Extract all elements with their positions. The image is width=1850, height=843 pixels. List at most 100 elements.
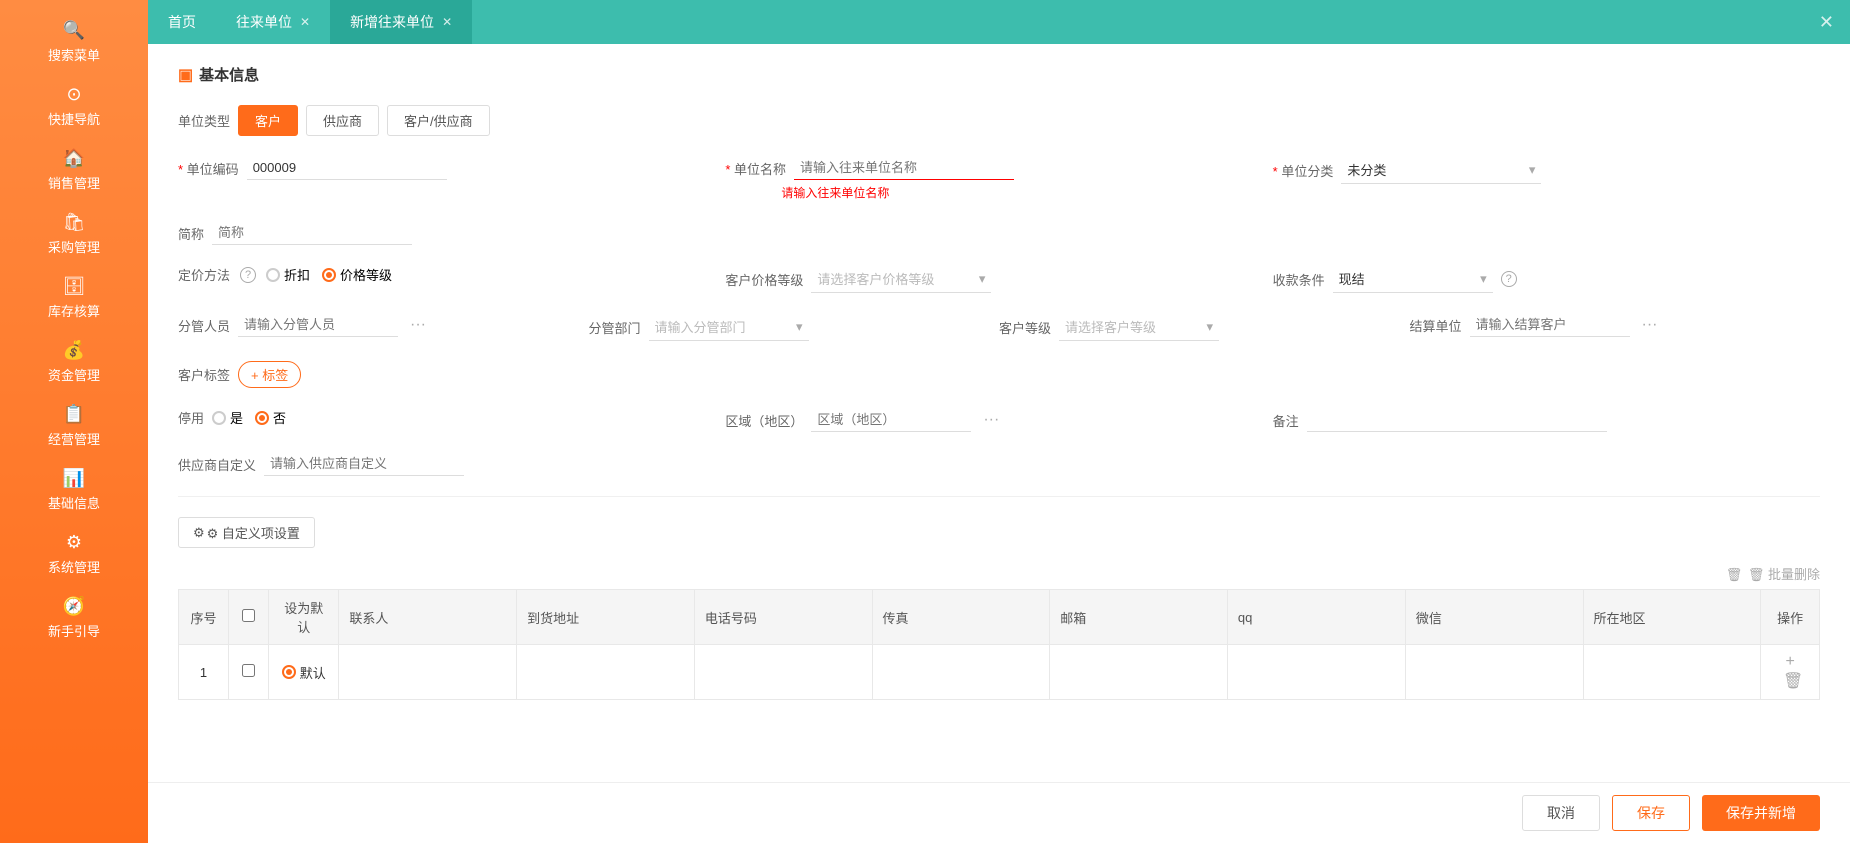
- col-location: 所在地区: [1583, 590, 1761, 645]
- guide-icon: 🧭: [63, 596, 85, 617]
- col-wechat: 微信: [1405, 590, 1583, 645]
- sidebar-item-quicknav[interactable]: ⊙ 快捷导航: [0, 74, 148, 138]
- add-tag-button[interactable]: + 标签: [238, 361, 301, 388]
- sidebar-item-system[interactable]: ⚙ 系统管理: [0, 522, 148, 586]
- row-email-input[interactable]: [1060, 665, 1217, 680]
- save-and-add-button[interactable]: 保存并新增: [1702, 795, 1820, 831]
- department-group: 分管部门 请输入分管部门 ▾: [589, 313, 1000, 341]
- row-address-input[interactable]: [527, 665, 684, 680]
- custom-settings-button[interactable]: ⚙ ⚙ 自定义项设置: [178, 517, 315, 548]
- disabled-region-row: 停用 是 否 区域（地区） ··· 备注: [178, 408, 1820, 432]
- manager-more-icon[interactable]: ···: [406, 316, 430, 334]
- manager-input[interactable]: [238, 313, 398, 337]
- row-wechat-cell: [1405, 645, 1583, 700]
- row-contact-input[interactable]: [349, 665, 506, 680]
- sidebar-item-label: 销售管理: [48, 173, 100, 192]
- pricing-radio-discount[interactable]: 折扣: [266, 265, 310, 284]
- contact-table: 序号 设为默认 联系人 到货地址 电话号码 传真 邮箱 qq 微信 所在地区 操…: [178, 589, 1820, 700]
- supplier-custom-input[interactable]: [264, 452, 464, 476]
- customer-price-level-select[interactable]: 请选择客户价格等级 ▾: [811, 265, 991, 293]
- tab-new-partner[interactable]: 新增往来单位 ✕: [330, 0, 472, 44]
- trash-icon: 🗑: [1726, 567, 1743, 582]
- customer-level-group: 客户等级 请选择客户等级 ▾: [999, 313, 1410, 341]
- sidebar-item-inventory[interactable]: 🗄 库存核算: [0, 266, 148, 330]
- sidebar-item-purchase[interactable]: 🛍 采购管理: [0, 202, 148, 266]
- gear-icon: ⚙: [193, 525, 205, 541]
- disabled-yes[interactable]: 是: [212, 408, 243, 427]
- unit-code-group: 单位编码: [178, 156, 725, 180]
- settlement-input[interactable]: [1470, 313, 1630, 337]
- shortname-input[interactable]: [212, 221, 412, 245]
- del-row-button[interactable]: 🗑: [1783, 673, 1803, 690]
- row-default-radio[interactable]: 默认: [279, 663, 328, 682]
- discount-radio-circle: [266, 268, 280, 282]
- default-radio-circle: [282, 665, 296, 679]
- system-icon: ⚙: [66, 532, 82, 553]
- tab-home[interactable]: 首页: [148, 0, 216, 44]
- unit-type-group: 单位类型 客户 供应商 客户/供应商: [178, 105, 1820, 136]
- settlement-label: 结算单位: [1410, 316, 1462, 335]
- payment-terms-group: 收款条件 现结 ▾ ?: [1273, 265, 1820, 293]
- unit-code-label: 单位编码: [178, 159, 239, 178]
- settlement-more-icon[interactable]: ···: [1638, 316, 1662, 334]
- unit-btn-customer[interactable]: 客户: [238, 105, 298, 136]
- department-select[interactable]: 请输入分管部门 ▾: [649, 313, 809, 341]
- add-row-button[interactable]: +: [1785, 653, 1794, 670]
- col-address: 到货地址: [517, 590, 695, 645]
- row-fax-input[interactable]: [883, 665, 1040, 680]
- sidebar-item-sales[interactable]: 🏠 销售管理: [0, 138, 148, 202]
- pricing-method-group: 定价方法 ? 折扣 价格等级: [178, 265, 725, 284]
- payment-terms-select[interactable]: 现结 ▾: [1333, 265, 1493, 293]
- row-wechat-input[interactable]: [1416, 665, 1573, 680]
- unit-btn-supplier[interactable]: 供应商: [306, 105, 379, 136]
- sidebar-item-label: 基础信息: [48, 493, 100, 512]
- unit-type-row: 单位类型 客户 供应商 客户/供应商: [178, 105, 1820, 136]
- section-icon: ▣: [178, 65, 193, 85]
- select-all-checkbox[interactable]: [242, 609, 255, 622]
- payment-terms-help-icon[interactable]: ?: [1501, 271, 1517, 287]
- pricing-help-icon[interactable]: ?: [240, 267, 256, 283]
- sidebar-item-guide[interactable]: 🧭 新手引导: [0, 586, 148, 650]
- sidebar-item-operations[interactable]: 📋 经营管理: [0, 394, 148, 458]
- unit-code-input[interactable]: [247, 156, 447, 180]
- shortname-label: 简称: [178, 224, 204, 243]
- unit-btn-both[interactable]: 客户/供应商: [387, 105, 490, 136]
- disabled-no[interactable]: 否: [255, 408, 286, 427]
- unit-name-input[interactable]: [794, 156, 1014, 180]
- sidebar-item-label: 搜索菜单: [48, 45, 100, 64]
- customer-level-select[interactable]: 请选择客户等级 ▾: [1059, 313, 1219, 341]
- customer-tag-label: 客户标签: [178, 365, 230, 384]
- save-button[interactable]: 保存: [1612, 795, 1690, 831]
- cancel-button[interactable]: 取消: [1522, 795, 1600, 831]
- tab-close-partner-list[interactable]: ✕: [300, 15, 310, 29]
- sidebar-item-finance[interactable]: 💰 资金管理: [0, 330, 148, 394]
- window-close-button[interactable]: ✕: [1819, 12, 1834, 33]
- col-phone: 电话号码: [694, 590, 872, 645]
- operations-icon: 📋: [63, 404, 85, 425]
- pricing-radio-level[interactable]: 价格等级: [322, 265, 392, 284]
- sidebar-item-label: 经营管理: [48, 429, 100, 448]
- region-input[interactable]: [811, 408, 971, 432]
- sidebar-item-basicinfo[interactable]: 📊 基础信息: [0, 458, 148, 522]
- remark-input[interactable]: [1307, 408, 1607, 432]
- quicknav-icon: ⊙: [66, 84, 81, 105]
- batch-delete-button[interactable]: 🗑 🗑 批量删除: [1726, 567, 1820, 582]
- section-title: ▣ 基本信息: [178, 64, 1820, 85]
- sidebar-item-search[interactable]: 🔍 搜索菜单: [0, 10, 148, 74]
- disabled-yes-circle: [212, 411, 226, 425]
- row-location-input[interactable]: [1594, 665, 1751, 680]
- row-checkbox[interactable]: [242, 664, 255, 677]
- unit-category-select[interactable]: 未分类 ▾: [1341, 156, 1541, 184]
- row-qq-input[interactable]: [1238, 665, 1395, 680]
- disabled-radio-group: 是 否: [212, 408, 286, 427]
- tab-close-new-partner[interactable]: ✕: [442, 15, 452, 29]
- col-email: 邮箱: [1050, 590, 1228, 645]
- sidebar-item-label: 采购管理: [48, 237, 100, 256]
- tab-partner-list[interactable]: 往来单位 ✕: [216, 0, 330, 44]
- supplier-custom-row: 供应商自定义: [178, 452, 1820, 476]
- row-phone-input[interactable]: [705, 665, 862, 680]
- customer-level-arrow-icon: ▾: [1206, 319, 1213, 335]
- region-more-icon[interactable]: ···: [979, 411, 1003, 429]
- sidebar-item-label: 库存核算: [48, 301, 100, 320]
- purchase-icon: 🛍: [63, 212, 86, 233]
